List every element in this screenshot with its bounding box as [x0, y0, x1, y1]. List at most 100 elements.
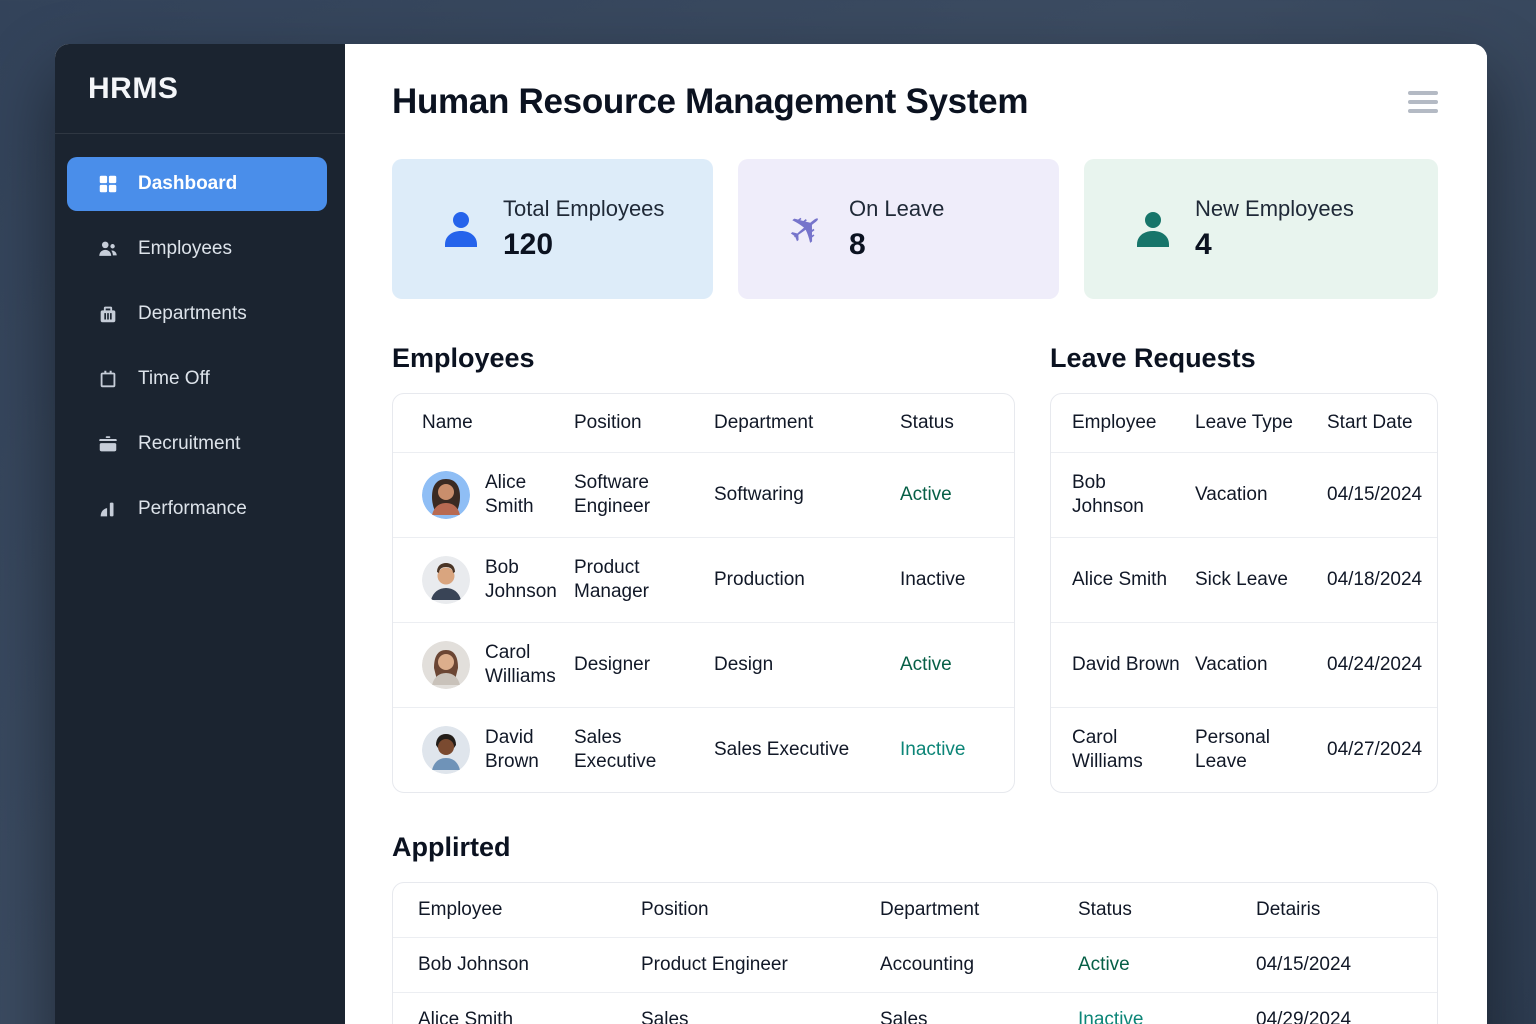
stat-card-total-employees: Total Employees 120 [392, 159, 713, 299]
employee-department: Sales Executive [714, 739, 850, 761]
table-row[interactable]: Carol Williams Personal Leave 04/27/2024 [1051, 707, 1437, 792]
applied-department: Sales [880, 1009, 928, 1024]
stat-card-new-employees: New Employees 4 [1083, 159, 1439, 299]
table-row[interactable]: David Brown Vacation 04/24/2024 [1051, 622, 1437, 707]
employee-name: Bob Johnson [485, 557, 557, 602]
leave-requests-section: Leave Requests Employee Leave Type Start… [1050, 343, 1438, 793]
app-window: HRMS Dashboard Employees Departments Tim… [55, 44, 1487, 1024]
employee-name: David Brown [485, 727, 539, 772]
user-icon [437, 207, 485, 251]
status-badge: Active [900, 484, 952, 506]
applied-position: Sales [641, 1009, 689, 1024]
avatar [422, 726, 470, 774]
employees-section: Employees Name Position Department Statu… [392, 343, 1015, 793]
table-row[interactable]: Bob Johnson Product Manager Production I… [393, 537, 1014, 622]
stat-label: Total Employees [503, 196, 665, 221]
applied-table: Employee Position Department Status Deta… [392, 882, 1438, 1024]
table-header-row: Name Position Department Status [393, 394, 1014, 452]
sidebar-item-recruitment[interactable]: Recruitment [67, 417, 327, 471]
sidebar-item-departments[interactable]: Departments [67, 287, 327, 341]
user-icon [1129, 207, 1177, 251]
stat-value: 8 [848, 228, 866, 261]
column-header: Status [900, 412, 954, 434]
table-row[interactable]: Bob Johnson Product Engineer Accounting … [393, 937, 1437, 992]
table-row[interactable]: Alice Smith Software Engineer Softwaring… [393, 452, 1014, 537]
stat-card-on-leave: ✈ On Leave 8 [737, 159, 1059, 299]
status-badge: Active [1078, 954, 1130, 976]
time-off-icon [97, 368, 119, 390]
employee-department: Design [714, 654, 774, 676]
column-header: Department [714, 412, 814, 434]
column-header: Position [641, 899, 709, 921]
leave-start-date: 04/24/2024 [1327, 654, 1423, 676]
applied-section: Applirted Employee Position Department S… [392, 832, 1438, 1024]
stat-label: On Leave [848, 196, 945, 221]
leave-type: Personal Leave [1195, 727, 1270, 772]
table-row[interactable]: Alice Smith Sick Leave 04/18/2024 [1051, 537, 1437, 622]
employee-name: Carol Williams [485, 642, 556, 687]
employee-name: Alice Smith [485, 472, 534, 517]
status-badge: Active [900, 654, 952, 676]
column-header: Position [574, 412, 642, 434]
menu-icon[interactable] [1408, 87, 1438, 117]
leave-type: Vacation [1195, 654, 1268, 676]
avatar [422, 556, 470, 604]
leave-employee: Bob Johnson [1072, 472, 1144, 517]
table-row[interactable]: Alice Smith Sales Sales Inactive 04/29/2… [393, 992, 1437, 1024]
leave-start-date: 04/18/2024 [1327, 569, 1423, 591]
sidebar-item-dashboard[interactable]: Dashboard [67, 157, 327, 211]
dashboard-columns: Employees Name Position Department Statu… [392, 343, 1438, 793]
status-badge: Inactive [900, 739, 966, 761]
stat-value: 120 [503, 228, 554, 261]
column-header: Status [1078, 899, 1132, 921]
sidebar-item-label: Performance [138, 498, 247, 519]
table-header-row: Employee Position Department Status Deta… [393, 883, 1437, 937]
leave-requests-table: Employee Leave Type Start Date Bob Johns… [1050, 393, 1438, 793]
table-row[interactable]: David Brown Sales Executive Sales Execut… [393, 707, 1014, 792]
column-header: Name [422, 412, 473, 434]
column-header: Employee [418, 899, 503, 921]
stat-label: New Employees [1194, 196, 1354, 221]
employee-department: Production [714, 569, 805, 591]
applied-details: 04/15/2024 [1256, 954, 1352, 976]
applied-employee: Alice Smith [418, 1009, 514, 1024]
recruitment-icon [97, 433, 119, 455]
sidebar-item-label: Recruitment [138, 433, 241, 454]
departments-icon [97, 303, 119, 325]
employees-table: Name Position Department Status Alice Sm… [392, 393, 1015, 793]
leave-employee: Carol Williams [1072, 727, 1143, 772]
table-row[interactable]: Carol Williams Designer Design Active [393, 622, 1014, 707]
topbar: Human Resource Management System [392, 82, 1438, 122]
avatar [422, 641, 470, 689]
status-badge: Inactive [1078, 1009, 1144, 1024]
leave-requests-section-title: Leave Requests [1050, 343, 1256, 373]
employee-department: Softwaring [714, 484, 804, 506]
employee-position: Sales Executive [574, 727, 657, 772]
dashboard-grid-icon [97, 173, 119, 195]
applied-position: Product Engineer [641, 954, 788, 976]
applied-section-title: Applirted [392, 832, 511, 862]
app-logo: HRMS [88, 72, 179, 105]
employee-position: Software Engineer [574, 472, 651, 517]
leave-type: Vacation [1195, 484, 1268, 506]
stat-cards: Total Employees 120 ✈ On Leave 8 New Emp… [392, 159, 1439, 299]
sidebar-nav: Dashboard Employees Departments Time Off [55, 134, 345, 547]
sidebar-item-time-off[interactable]: Time Off [67, 352, 327, 406]
sidebar-item-label: Departments [138, 303, 247, 324]
page-title: Human Resource Management System [392, 82, 1029, 121]
applied-employee: Bob Johnson [418, 954, 529, 976]
sidebar-item-performance[interactable]: Performance [67, 482, 327, 536]
main-content: Human Resource Management System Total E… [345, 44, 1487, 1024]
applied-department: Accounting [880, 954, 975, 976]
table-row[interactable]: Bob Johnson Vacation 04/15/2024 [1051, 452, 1437, 537]
leave-start-date: 04/15/2024 [1327, 484, 1423, 506]
employees-section-title: Employees [392, 343, 535, 373]
performance-icon [97, 498, 119, 520]
employee-position: Product Manager [574, 557, 649, 602]
plane-icon: ✈ [777, 198, 836, 259]
employees-icon [97, 238, 119, 260]
leave-employee: David Brown [1072, 654, 1180, 676]
column-header: Department [880, 899, 980, 921]
sidebar-item-label: Employees [138, 238, 232, 259]
sidebar-item-employees[interactable]: Employees [67, 222, 327, 276]
